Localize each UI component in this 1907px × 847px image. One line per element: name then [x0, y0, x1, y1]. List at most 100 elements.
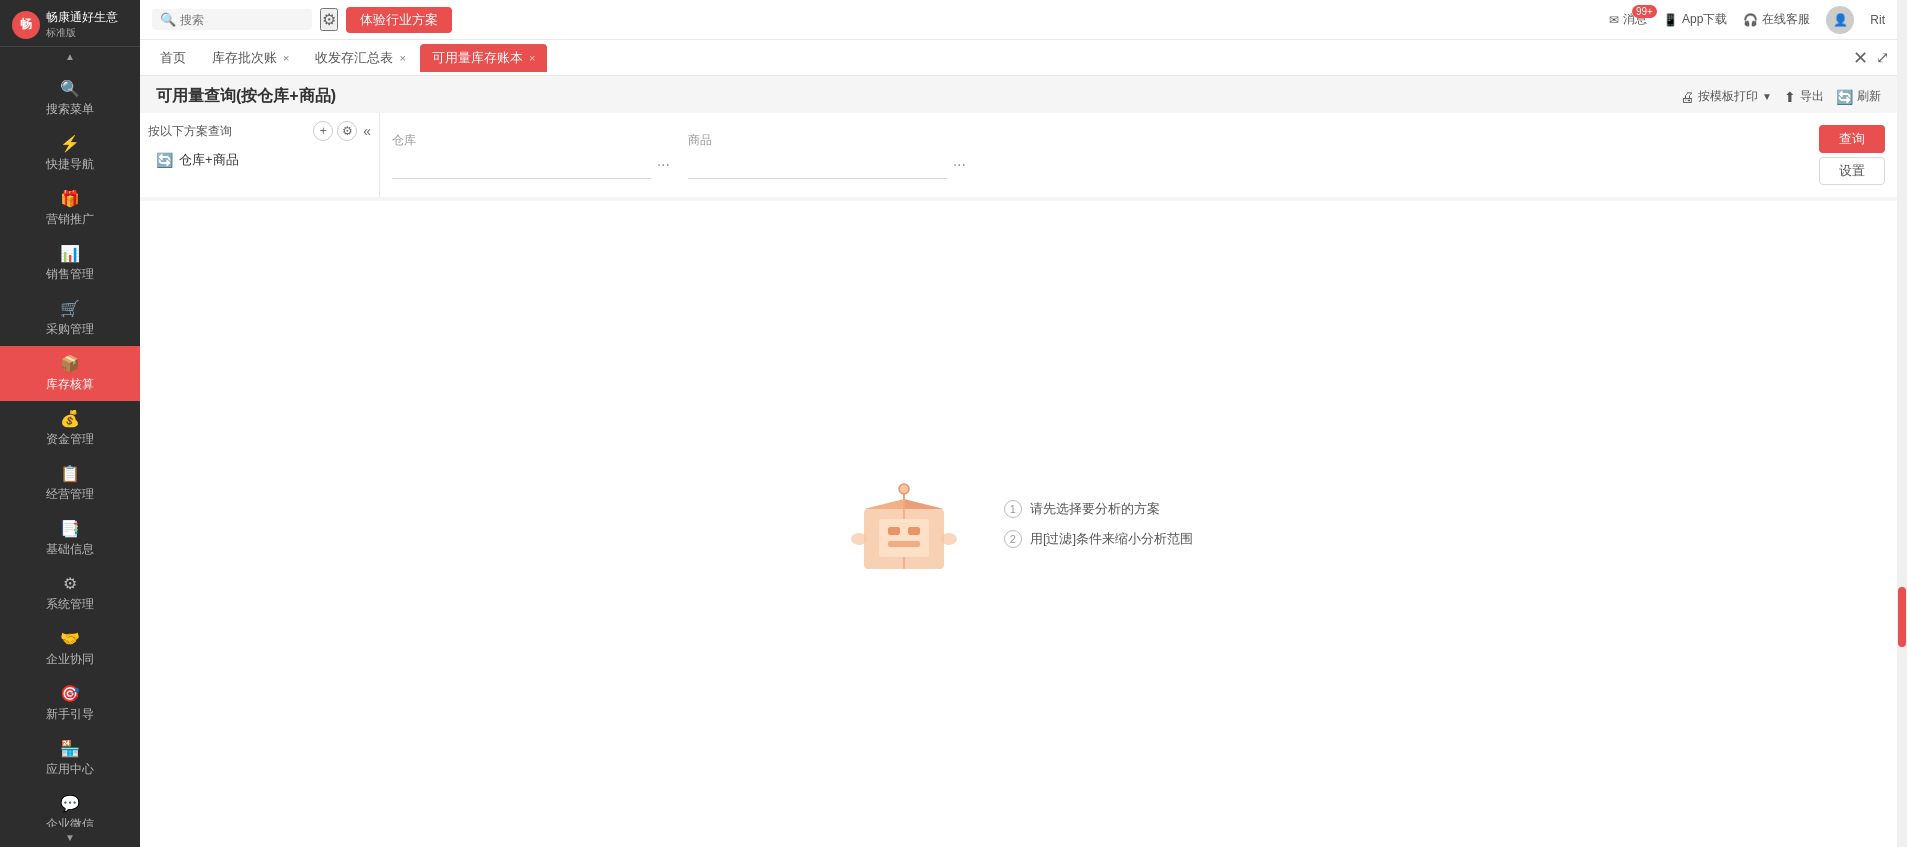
warehouse-label: 仓库 [392, 132, 672, 149]
empty-tips: 1 请先选择要分析的方案 2 用[过滤]条件来缩小分析范围 [1004, 500, 1193, 548]
scheme-item-icon: 🔄 [156, 152, 173, 168]
brand-icon: 畅 [12, 11, 40, 39]
product-filter: 商品 ··· [688, 132, 968, 179]
sidebar-scroll-up[interactable]: ▲ [0, 47, 140, 67]
scheme-item-warehouse-product[interactable]: 🔄 仓库+商品 [148, 147, 371, 173]
sidebar-nav-item-采购管理[interactable]: 🛒 采购管理 [0, 291, 140, 346]
scheme-add-button[interactable]: + [313, 121, 333, 141]
nav-icon: 🎯 [60, 684, 80, 703]
topbar-search-box[interactable]: 🔍 [152, 9, 312, 30]
sidebar-nav-item-基础信息[interactable]: 📑 基础信息 [0, 511, 140, 566]
nav-label: 企业微信 [46, 816, 94, 827]
svg-rect-3 [888, 527, 900, 535]
scheme-header-actions: + ⚙ [313, 121, 357, 141]
topbar-gear-button[interactable]: ⚙ [320, 8, 338, 31]
print-dropdown-icon[interactable]: ▼ [1762, 91, 1772, 102]
nav-label: 企业协同 [46, 651, 94, 668]
print-icon: 🖨 [1680, 89, 1694, 105]
username-label: Rit [1870, 13, 1885, 27]
scheme-settings-button[interactable]: ⚙ [337, 121, 357, 141]
app-label: App下载 [1682, 11, 1727, 28]
tab-close-button[interactable]: × [529, 52, 535, 64]
product-input[interactable] [688, 151, 947, 179]
sidebar-scroll-down[interactable]: ▼ [0, 827, 140, 847]
sidebar-nav-item-快捷导航[interactable]: ⚡ 快捷导航 [0, 126, 140, 181]
filter-row: 仓库 ··· 商品 ··· 查询 [392, 121, 1885, 189]
service-label: 在线客服 [1762, 11, 1810, 28]
nav-icon: 📑 [60, 519, 80, 538]
scheme-header: 按以下方案查询 + ⚙ « [148, 121, 371, 141]
query-button[interactable]: 查询 [1819, 125, 1885, 153]
warehouse-input[interactable] [392, 151, 651, 179]
tab-可用量库存账本[interactable]: 可用量库存账本× [420, 44, 547, 72]
topbar-right: ✉ 消息 99+ 📱 App下载 🎧 在线客服 👤 Rit [1609, 6, 1885, 34]
nav-label: 采购管理 [46, 321, 94, 338]
tab-close-button[interactable]: × [399, 52, 405, 64]
tab-expand-button[interactable]: ⤢ [1876, 48, 1889, 67]
app-download-button[interactable]: 📱 App下载 [1663, 11, 1727, 28]
sidebar-nav-item-企业协同[interactable]: 🤝 企业协同 [0, 621, 140, 676]
tab-label: 库存批次账 [212, 49, 277, 67]
sidebar-nav-item-营销推广[interactable]: 🎁 营销推广 [0, 181, 140, 236]
print-button[interactable]: 🖨 按模板打印 ▼ [1680, 88, 1772, 105]
nav-label: 搜索菜单 [46, 101, 94, 118]
industry-solution-button[interactable]: 体验行业方案 [346, 7, 452, 33]
message-icon: ✉ [1609, 13, 1619, 27]
sidebar-nav-item-销售管理[interactable]: 📊 销售管理 [0, 236, 140, 291]
tab-收发存汇总表[interactable]: 收发存汇总表 × [303, 44, 417, 72]
nav-icon: 📋 [60, 464, 80, 483]
nav-label: 快捷导航 [46, 156, 94, 173]
sidebar-nav-item-经营管理[interactable]: 📋 经营管理 [0, 456, 140, 511]
message-button[interactable]: ✉ 消息 99+ [1609, 11, 1647, 28]
search-input[interactable] [180, 13, 280, 27]
product-input-row: ··· [688, 151, 968, 179]
product-more-button[interactable]: ··· [951, 156, 968, 174]
nav-icon: 📊 [60, 244, 80, 263]
export-button[interactable]: ⬆ 导出 [1784, 88, 1824, 105]
nav-icon: 💬 [60, 794, 80, 813]
scheme-item-label: 仓库+商品 [179, 151, 239, 169]
nav-label: 基础信息 [46, 541, 94, 558]
tab-库存批次账[interactable]: 库存批次账 × [200, 44, 301, 72]
sidebar-nav-item-资金管理[interactable]: 💰 资金管理 [0, 401, 140, 456]
tip-num-1: 1 [1004, 500, 1022, 518]
sidebar-nav: 🔍 搜索菜单 ⚡ 快捷导航 🎁 营销推广 📊 销售管理 🛒 采购管理 📦 库存核… [0, 67, 140, 827]
export-icon: ⬆ [1784, 89, 1796, 105]
nav-icon: 🤝 [60, 629, 80, 648]
tip-text-1: 请先选择要分析的方案 [1030, 500, 1160, 518]
page-title: 可用量查询(按仓库+商品) [156, 86, 336, 107]
sidebar-nav-item-新手引导[interactable]: 🎯 新手引导 [0, 676, 140, 731]
tab-close-button[interactable]: × [283, 52, 289, 64]
nav-icon: ⚙ [63, 574, 77, 593]
svg-rect-4 [908, 527, 920, 535]
warehouse-filter: 仓库 ··· [392, 132, 672, 179]
settings-button[interactable]: 设置 [1819, 157, 1885, 185]
sidebar-nav-item-库存核算[interactable]: 📦 库存核算 [0, 346, 140, 401]
filter-area: 仓库 ··· 商品 ··· 查询 [380, 113, 1897, 197]
online-service-button[interactable]: 🎧 在线客服 [1743, 11, 1810, 28]
tab-label: 收发存汇总表 [315, 49, 393, 67]
nav-icon: 💰 [60, 409, 80, 428]
sidebar-nav-item-企业微信[interactable]: 💬 企业微信 [0, 786, 140, 827]
warehouse-more-button[interactable]: ··· [655, 156, 672, 174]
refresh-button[interactable]: 🔄 刷新 [1836, 88, 1881, 105]
tab-close-all-button[interactable]: ✕ [1853, 47, 1868, 69]
scrollbar-thumb[interactable] [1898, 587, 1906, 647]
content-area: 可用量查询(按仓库+商品) 🖨 按模板打印 ▼ ⬆ 导出 🔄 刷新 [140, 76, 1897, 847]
brand-tag: 标准版 [46, 26, 118, 40]
refresh-icon: 🔄 [1836, 89, 1853, 105]
sidebar-nav-item-应用中心[interactable]: 🏪 应用中心 [0, 731, 140, 786]
svg-point-8 [851, 533, 867, 545]
nav-label: 资金管理 [46, 431, 94, 448]
tab-首页[interactable]: 首页 [148, 44, 198, 72]
svg-point-7 [899, 484, 909, 494]
nav-icon: ⚡ [60, 134, 80, 153]
sidebar-nav-item-搜索菜单[interactable]: 🔍 搜索菜单 [0, 71, 140, 126]
scheme-collapse-button[interactable]: « [363, 123, 371, 139]
svg-point-9 [941, 533, 957, 545]
main-area: 🔍 ⚙ 体验行业方案 ✉ 消息 99+ 📱 App下载 🎧 在线客服 👤 Rit [140, 0, 1897, 847]
sidebar-nav-item-系统管理[interactable]: ⚙ 系统管理 [0, 566, 140, 621]
nav-label: 库存核算 [46, 376, 94, 393]
right-scrollbar[interactable] [1897, 0, 1907, 847]
empty-illustration [844, 464, 964, 584]
